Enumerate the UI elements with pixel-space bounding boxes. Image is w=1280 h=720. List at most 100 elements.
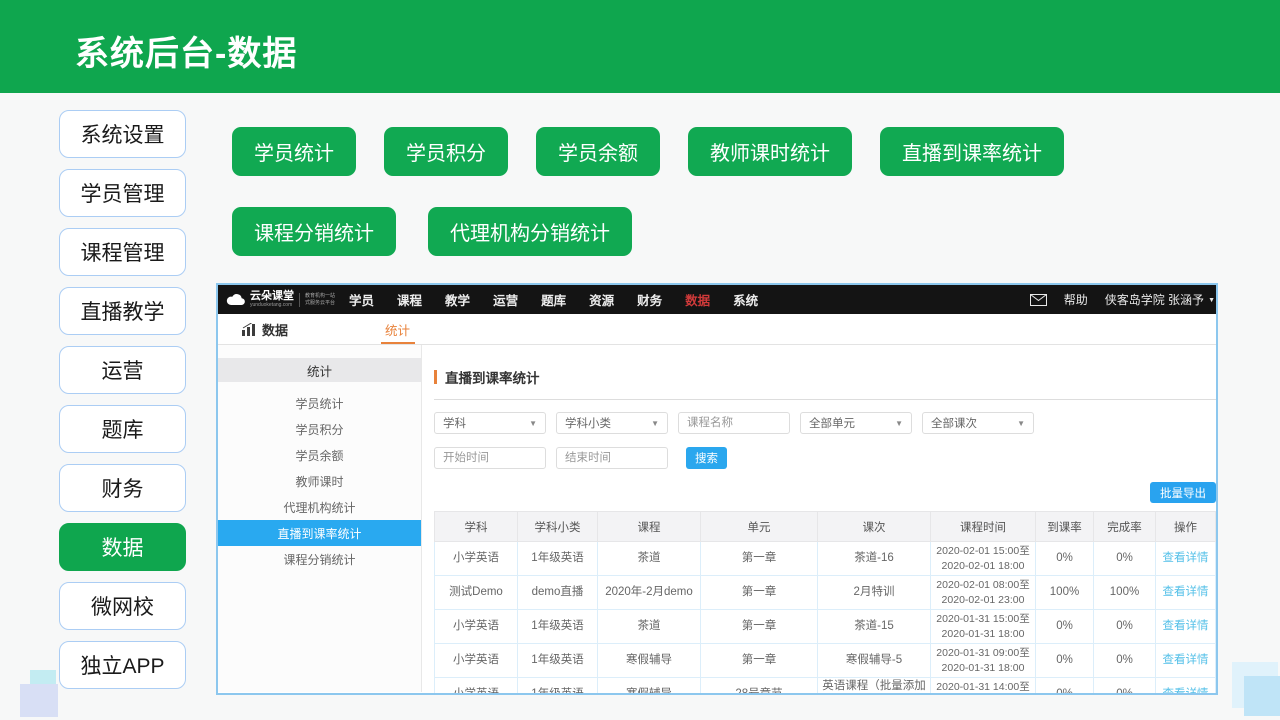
view-detail-link[interactable]: 查看详情 bbox=[1163, 688, 1209, 695]
panel-item-student-points[interactable]: 学员积分 bbox=[218, 416, 421, 442]
table-cell-action: 查看详情 bbox=[1156, 644, 1216, 678]
table-cell: 第一章 bbox=[701, 576, 818, 610]
cloud-logo-icon bbox=[226, 293, 246, 306]
section-data: 数据 bbox=[242, 320, 288, 339]
subject-subcategory-select[interactable]: 学科小类 ▼ bbox=[556, 412, 668, 434]
table-cell: 寒假辅导 bbox=[598, 678, 701, 696]
table-cell: 第一章 bbox=[701, 644, 818, 678]
sidebar-item-live-teaching[interactable]: 直播教学 bbox=[59, 287, 186, 335]
nav-item-operation[interactable]: 运营 bbox=[493, 290, 518, 309]
search-button[interactable]: 搜索 bbox=[686, 447, 727, 469]
table-cell: 茶道-16 bbox=[818, 542, 931, 576]
panel-item-agency-stats[interactable]: 代理机构统计 bbox=[218, 494, 421, 520]
sidebar-item-finance[interactable]: 财务 bbox=[59, 464, 186, 512]
logo-domain: yunduoketang.com bbox=[250, 303, 294, 308]
nav-item-data[interactable]: 数据 bbox=[685, 290, 710, 309]
attendance-table: 学科学科小类课程单元课次课程时间到课率完成率操作小学英语1年级英语茶道第一章茶道… bbox=[434, 511, 1216, 695]
table-cell: 2020-01-31 14:00至2020-01-31 18:00 bbox=[931, 678, 1036, 696]
end-time-input[interactable] bbox=[556, 447, 668, 469]
quick-button-student-balance[interactable]: 学员余额 bbox=[536, 127, 660, 176]
table-cell: 茶道 bbox=[598, 610, 701, 644]
sidebar-item-student-management[interactable]: 学员管理 bbox=[59, 169, 186, 217]
decorative-square bbox=[20, 684, 58, 717]
table-cell: 0% bbox=[1094, 542, 1156, 576]
column-header: 单元 bbox=[701, 512, 818, 542]
table-cell: 2020-02-01 15:00至2020-02-01 18:00 bbox=[931, 542, 1036, 576]
view-detail-link[interactable]: 查看详情 bbox=[1163, 586, 1209, 598]
sidebar-item-question-bank[interactable]: 题库 bbox=[59, 405, 186, 453]
sidebar-item-operations[interactable]: 运营 bbox=[59, 346, 186, 394]
account-menu[interactable]: 侠客岛学院 张涵予▼ bbox=[1105, 291, 1215, 308]
table-cell: 2020年-2月demo bbox=[598, 576, 701, 610]
page-title: 系统后台-数据 bbox=[0, 0, 1280, 75]
column-header: 课程 bbox=[598, 512, 701, 542]
nav-item-questions[interactable]: 题库 bbox=[541, 290, 566, 309]
filter-row-1: 学科 ▼ 学科小类 ▼ 全部单元 ▼ 全部课次 ▼ bbox=[434, 412, 1216, 434]
view-detail-link[interactable]: 查看详情 bbox=[1163, 620, 1209, 632]
filter-row-2: 搜索 bbox=[434, 447, 1216, 469]
table-cell: 0% bbox=[1036, 644, 1094, 678]
quick-button-course-distribution-stats[interactable]: 课程分销统计 bbox=[232, 207, 396, 256]
tab-statistics[interactable]: 统计 bbox=[385, 314, 410, 344]
panel-item-student-balance[interactable]: 学员余额 bbox=[218, 442, 421, 468]
stats-side-panel: 统计 学员统计学员积分学员余额教师课时代理机构统计直播到课率统计课程分销统计 bbox=[218, 345, 422, 692]
nav-item-system[interactable]: 系统 bbox=[733, 290, 758, 309]
view-detail-link[interactable]: 查看详情 bbox=[1163, 552, 1209, 564]
view-detail-link[interactable]: 查看详情 bbox=[1163, 654, 1209, 666]
panel-item-teacher-hours[interactable]: 教师课时 bbox=[218, 468, 421, 494]
table-cell: 英语课程（批量添加课次）-3 bbox=[818, 678, 931, 696]
table-cell: 1年级英语 bbox=[518, 678, 598, 696]
admin-subheader: 数据 统计 bbox=[218, 314, 1216, 345]
table-cell: 0% bbox=[1094, 644, 1156, 678]
logo: 云朵课堂 yunduoketang.com 教育机构一站 式服务云平台 bbox=[218, 291, 335, 308]
chevron-down-icon: ▼ bbox=[1208, 297, 1215, 304]
start-time-input[interactable] bbox=[434, 447, 546, 469]
page: 系统后台-数据 系统设置学员管理课程管理直播教学运营题库财务数据微网校独立APP… bbox=[0, 0, 1280, 720]
table-header-row: 学科学科小类课程单元课次课程时间到课率完成率操作 bbox=[435, 512, 1216, 542]
quick-button-agency-distribution-stats[interactable]: 代理机构分销统计 bbox=[428, 207, 632, 256]
nav-item-students[interactable]: 学员 bbox=[349, 290, 374, 309]
mail-icon[interactable] bbox=[1030, 294, 1047, 306]
sidebar-item-course-management[interactable]: 课程管理 bbox=[59, 228, 186, 276]
sidebar-item-data[interactable]: 数据 bbox=[59, 523, 186, 571]
panel-item-student-stats[interactable]: 学员统计 bbox=[218, 390, 421, 416]
table-cell-action: 查看详情 bbox=[1156, 678, 1216, 696]
table-cell: 0% bbox=[1036, 542, 1094, 576]
help-link[interactable]: 帮助 bbox=[1064, 291, 1088, 308]
sidebar-item-micro-school[interactable]: 微网校 bbox=[59, 582, 186, 630]
sidebar-item-standalone-app[interactable]: 独立APP bbox=[59, 641, 186, 689]
nav-item-finance[interactable]: 财务 bbox=[637, 290, 662, 309]
lesson-select[interactable]: 全部课次 ▼ bbox=[922, 412, 1034, 434]
logo-tagline: 教育机构一站 式服务云平台 bbox=[305, 293, 335, 307]
chevron-down-icon: ▼ bbox=[895, 419, 903, 428]
table-cell: 28号章节 bbox=[701, 678, 818, 696]
table-cell: 1年级英语 bbox=[518, 542, 598, 576]
quick-buttons-row2: 课程分销统计代理机构分销统计 bbox=[232, 207, 632, 256]
admin-nav-menu: 学员 课程 教学 运营 题库 资源 财务 数据 系统 bbox=[349, 290, 758, 309]
column-header: 操作 bbox=[1156, 512, 1216, 542]
panel-item-course-distribution[interactable]: 课程分销统计 bbox=[218, 546, 421, 572]
table-cell: 0% bbox=[1094, 610, 1156, 644]
table-cell: 小学英语 bbox=[435, 610, 518, 644]
table-cell: 0% bbox=[1036, 610, 1094, 644]
batch-export-button[interactable]: 批量导出 bbox=[1150, 482, 1216, 503]
unit-select[interactable]: 全部单元 ▼ bbox=[800, 412, 912, 434]
quick-button-student-points[interactable]: 学员积分 bbox=[384, 127, 508, 176]
table-row: 小学英语1年级英语茶道第一章茶道-162020-02-01 15:00至2020… bbox=[435, 542, 1216, 576]
quick-button-teacher-hours-stats[interactable]: 教师课时统计 bbox=[688, 127, 852, 176]
table-cell: 小学英语 bbox=[435, 542, 518, 576]
nav-item-teaching[interactable]: 教学 bbox=[445, 290, 470, 309]
nav-item-resources[interactable]: 资源 bbox=[589, 290, 614, 309]
quick-buttons-row1: 学员统计学员积分学员余额教师课时统计直播到课率统计 bbox=[232, 127, 1064, 176]
nav-item-courses[interactable]: 课程 bbox=[397, 290, 422, 309]
chevron-down-icon: ▼ bbox=[1017, 419, 1025, 428]
chevron-down-icon: ▼ bbox=[651, 419, 659, 428]
course-name-input[interactable] bbox=[678, 412, 790, 434]
panel-item-live-attendance-stats[interactable]: 直播到课率统计 bbox=[218, 520, 421, 546]
subject-select[interactable]: 学科 ▼ bbox=[434, 412, 546, 434]
table-cell: 0% bbox=[1036, 678, 1094, 696]
quick-button-student-stats[interactable]: 学员统计 bbox=[232, 127, 356, 176]
sidebar-item-system-settings[interactable]: 系统设置 bbox=[59, 110, 186, 158]
stats-main: 直播到课率统计 学科 ▼ 学科小类 ▼ 全部单元 ▼ bbox=[422, 345, 1218, 692]
quick-button-live-attendance-stats[interactable]: 直播到课率统计 bbox=[880, 127, 1064, 176]
